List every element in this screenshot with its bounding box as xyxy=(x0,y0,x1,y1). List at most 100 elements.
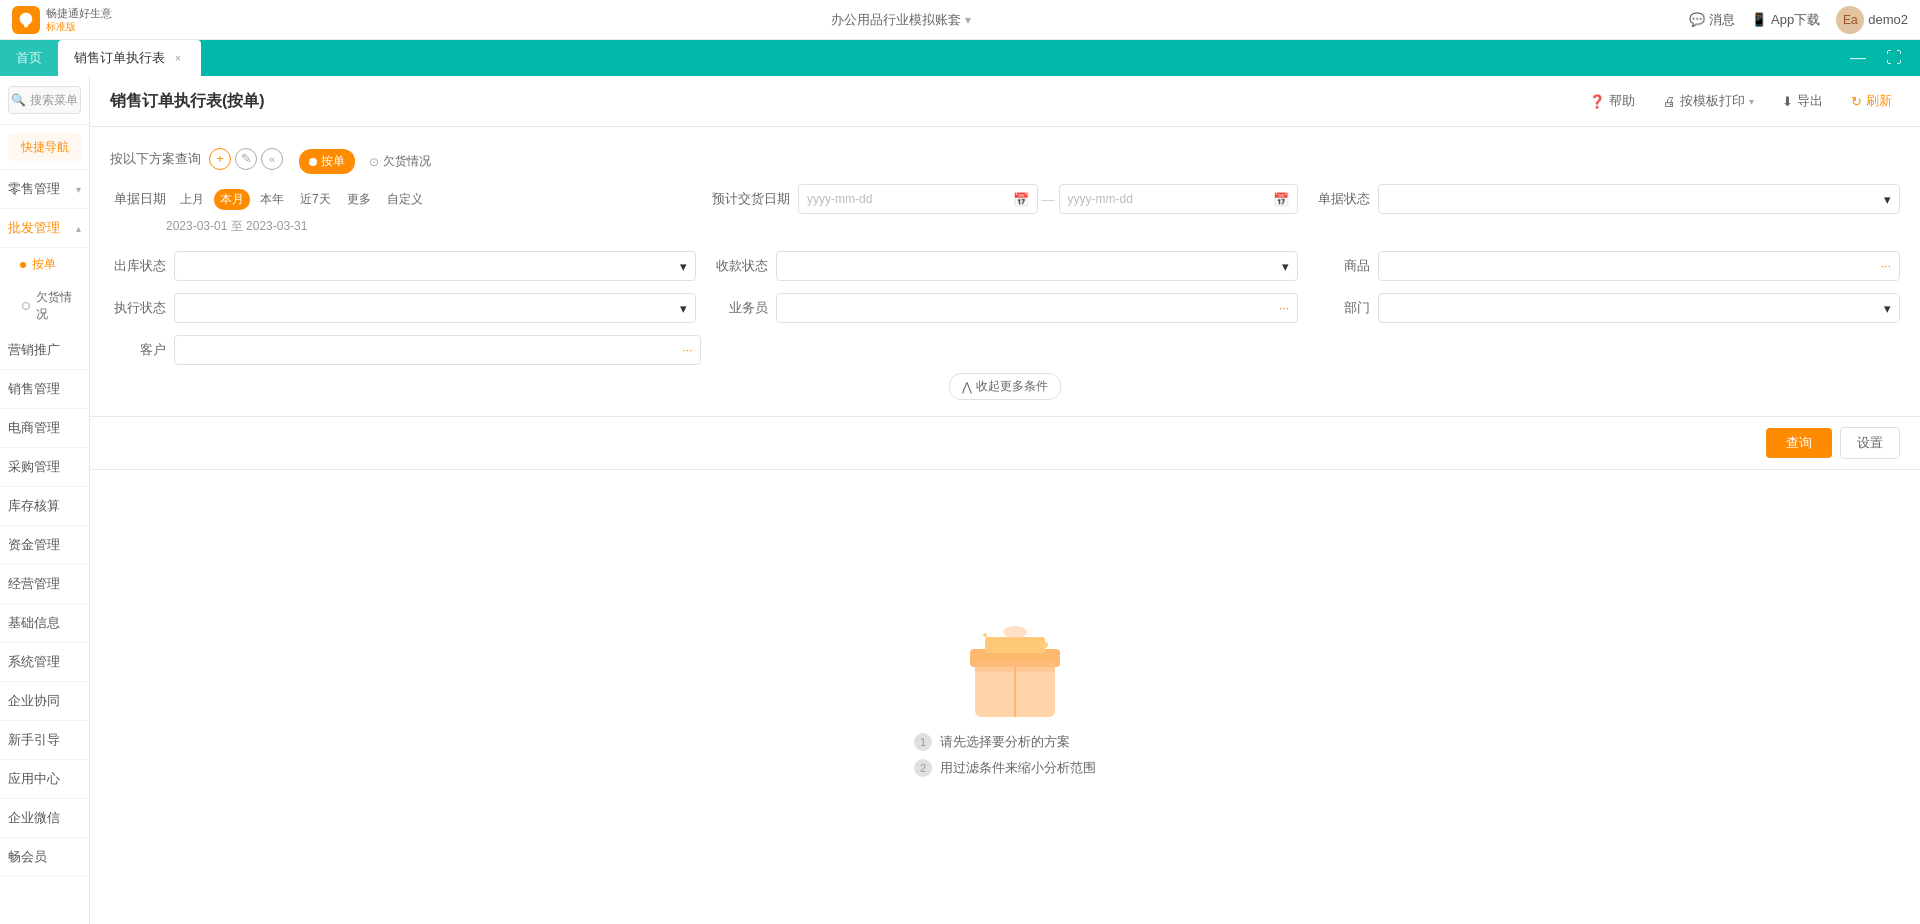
company-chevron-icon[interactable]: ▾ xyxy=(965,13,971,27)
date-tab-this-year[interactable]: 本年 xyxy=(254,189,290,210)
sidebar-item-sales[interactable]: 销售管理 xyxy=(0,370,89,409)
print-button[interactable]: 🖨 按模板打印 ▾ xyxy=(1655,88,1762,114)
sidebar-item-basic-info[interactable]: 基础信息 xyxy=(0,604,89,643)
date-range-display: 2023-03-01 至 2023-03-31 xyxy=(110,218,1900,235)
page-header: 销售订单执行表(按单) ❓ 帮助 🖨 按模板打印 ▾ ⬇ 导出 ↻ 刷新 xyxy=(90,76,1920,127)
tab-minimize-button[interactable]: — xyxy=(1844,44,1872,72)
help-button[interactable]: ❓ 帮助 xyxy=(1581,88,1643,114)
sub-nav-owe-stock[interactable]: ⊙ 欠货情况 xyxy=(359,149,441,174)
out-stock-chevron-icon: ▾ xyxy=(680,259,687,274)
sidebar-item-purchase[interactable]: 采购管理 xyxy=(0,448,89,487)
sidebar-item-enterprise-wechat[interactable]: 企业微信 xyxy=(0,799,89,838)
date-tab-last-month[interactable]: 上月 xyxy=(174,189,210,210)
sidebar-item-operations[interactable]: 经营管理 xyxy=(0,565,89,604)
svg-point-6 xyxy=(983,633,987,637)
predict-date-start-input[interactable]: yyyy-mm-dd 📅 xyxy=(798,184,1038,214)
out-stock-select[interactable]: ▾ xyxy=(174,251,696,281)
exec-status-select[interactable]: ▾ xyxy=(174,293,696,323)
collapse-scheme-button[interactable]: « xyxy=(261,148,283,170)
customer-more-icon[interactable]: ··· xyxy=(682,343,692,357)
logo-icon xyxy=(12,6,40,34)
export-button[interactable]: ⬇ 导出 xyxy=(1774,88,1831,114)
sidebar-search-area: 🔍 搜索菜单 xyxy=(0,76,89,125)
dept-label: 部门 xyxy=(1314,299,1370,317)
goods-input[interactable]: ··· xyxy=(1378,251,1900,281)
top-center[interactable]: 办公用品行业模拟账套 ▾ xyxy=(831,11,971,29)
sidebar-item-newbie[interactable]: 新手引导 xyxy=(0,721,89,760)
empty-hint-1: 1 请先选择要分析的方案 xyxy=(914,733,1096,751)
sidebar-item-inventory[interactable]: 库存核算 xyxy=(0,487,89,526)
collapse-bar: ⋀ 收起更多条件 xyxy=(110,365,1900,400)
logo-area: 畅捷通好生意 标准版 xyxy=(12,6,112,34)
svg-point-5 xyxy=(1042,642,1048,648)
sub-nav: 按单 ⊙ 欠货情况 xyxy=(299,143,441,174)
receipt-select[interactable]: ▾ xyxy=(776,251,1298,281)
nav-tabs: 首页 销售订单执行表 × — ⛶ xyxy=(0,40,1920,76)
scheme-actions: + ✎ « xyxy=(209,148,283,170)
sidebar-item-retail[interactable]: 零售管理 ▾ xyxy=(0,170,89,209)
out-stock-label: 出库状态 xyxy=(110,257,166,275)
sidebar-item-marketing[interactable]: 营销推广 xyxy=(0,331,89,370)
goods-more-icon[interactable]: ··· xyxy=(1881,259,1891,273)
refresh-icon: ↻ xyxy=(1851,94,1862,109)
filter-row-2: 出库状态 ▾ 收款状态 ▾ 商品 xyxy=(110,251,1900,281)
by-order-dot-icon xyxy=(20,262,26,268)
hint-num-2: 2 xyxy=(914,759,932,777)
customer-input[interactable]: ··· xyxy=(174,335,701,365)
refresh-button[interactable]: ↻ 刷新 xyxy=(1843,88,1900,114)
sidebar-quick-nav-button[interactable]: 快捷导航 xyxy=(8,133,81,161)
predict-date-end-input[interactable]: yyyy-mm-dd 📅 xyxy=(1059,184,1299,214)
tab-home[interactable]: 首页 xyxy=(0,40,58,76)
wholesale-chevron-icon: ▴ xyxy=(76,223,81,234)
sidebar-item-app-center[interactable]: 应用中心 xyxy=(0,760,89,799)
date-tab-7days[interactable]: 近7天 xyxy=(294,189,337,210)
filter-field-salesman: 业务员 ··· xyxy=(712,293,1298,323)
message-button[interactable]: 💬 消息 xyxy=(1689,11,1735,29)
sidebar-item-system[interactable]: 系统管理 xyxy=(0,643,89,682)
dept-select[interactable]: ▾ xyxy=(1378,293,1900,323)
tab-sales-order-exec[interactable]: 销售订单执行表 × xyxy=(58,40,201,76)
filter-field-goods: 商品 ··· xyxy=(1314,251,1900,281)
filter-field-customer: 客户 ··· xyxy=(110,335,701,365)
by-order-dot xyxy=(309,158,317,166)
edit-scheme-button[interactable]: ✎ xyxy=(235,148,257,170)
filter-field-receipt: 收款状态 ▾ xyxy=(712,251,1298,281)
add-scheme-button[interactable]: + xyxy=(209,148,231,170)
sidebar-item-ecommerce[interactable]: 电商管理 xyxy=(0,409,89,448)
doc-status-chevron-icon: ▾ xyxy=(1884,192,1891,207)
app-download-button[interactable]: 📱 App下载 xyxy=(1751,11,1820,29)
tab-maximize-button[interactable]: ⛶ xyxy=(1880,44,1908,72)
collapse-bar-button[interactable]: ⋀ 收起更多条件 xyxy=(949,373,1061,400)
help-icon: ❓ xyxy=(1589,94,1605,109)
top-bar-right: 💬 消息 📱 App下载 Ea demo2 xyxy=(1689,6,1908,34)
company-name: 办公用品行业模拟账套 xyxy=(831,11,961,29)
exec-status-chevron-icon: ▾ xyxy=(680,301,687,316)
date-tab-this-month[interactable]: 本月 xyxy=(214,189,250,210)
sub-nav-by-order[interactable]: 按单 xyxy=(299,149,355,174)
sidebar-search-button[interactable]: 🔍 搜索菜单 xyxy=(8,86,81,114)
query-button[interactable]: 查询 xyxy=(1766,428,1832,458)
tab-close-icon[interactable]: × xyxy=(171,51,185,65)
sidebar-item-wholesale[interactable]: 批发管理 ▴ xyxy=(0,209,89,248)
salesman-input[interactable]: ··· xyxy=(776,293,1298,323)
svg-point-7 xyxy=(1003,626,1027,638)
goods-label: 商品 xyxy=(1314,257,1370,275)
retail-chevron-icon: ▾ xyxy=(76,184,81,195)
nav-tab-actions: — ⛶ xyxy=(1844,44,1920,72)
sidebar-subitem-by-order[interactable]: 按单 xyxy=(0,248,89,281)
user-avatar[interactable]: Ea demo2 xyxy=(1836,6,1908,34)
sidebar-item-finance[interactable]: 资金管理 xyxy=(0,526,89,565)
sidebar-item-enterprise-collab[interactable]: 企业协同 xyxy=(0,682,89,721)
receipt-chevron-icon: ▾ xyxy=(1282,259,1289,274)
sidebar-subitem-owe-stock[interactable]: 欠货情况 xyxy=(0,281,89,331)
sidebar-item-member[interactable]: 畅会员 xyxy=(0,838,89,877)
owe-stock-nav-icon: ⊙ xyxy=(369,155,379,169)
doc-status-select[interactable]: ▾ xyxy=(1378,184,1900,214)
scheme-row: 按以下方案查询 + ✎ « 按单 ⊙ 欠货情况 xyxy=(110,143,1900,174)
filter-field-predict-date: 预计交货日期 yyyy-mm-dd 📅 — yyyy-mm-dd 📅 xyxy=(712,184,1298,214)
salesman-more-icon[interactable]: ··· xyxy=(1279,301,1289,315)
date-tab-more[interactable]: 更多 xyxy=(341,189,377,210)
settings-button[interactable]: 设置 xyxy=(1840,427,1900,459)
avatar-image: Ea xyxy=(1836,6,1864,34)
date-tab-custom[interactable]: 自定义 xyxy=(381,189,429,210)
